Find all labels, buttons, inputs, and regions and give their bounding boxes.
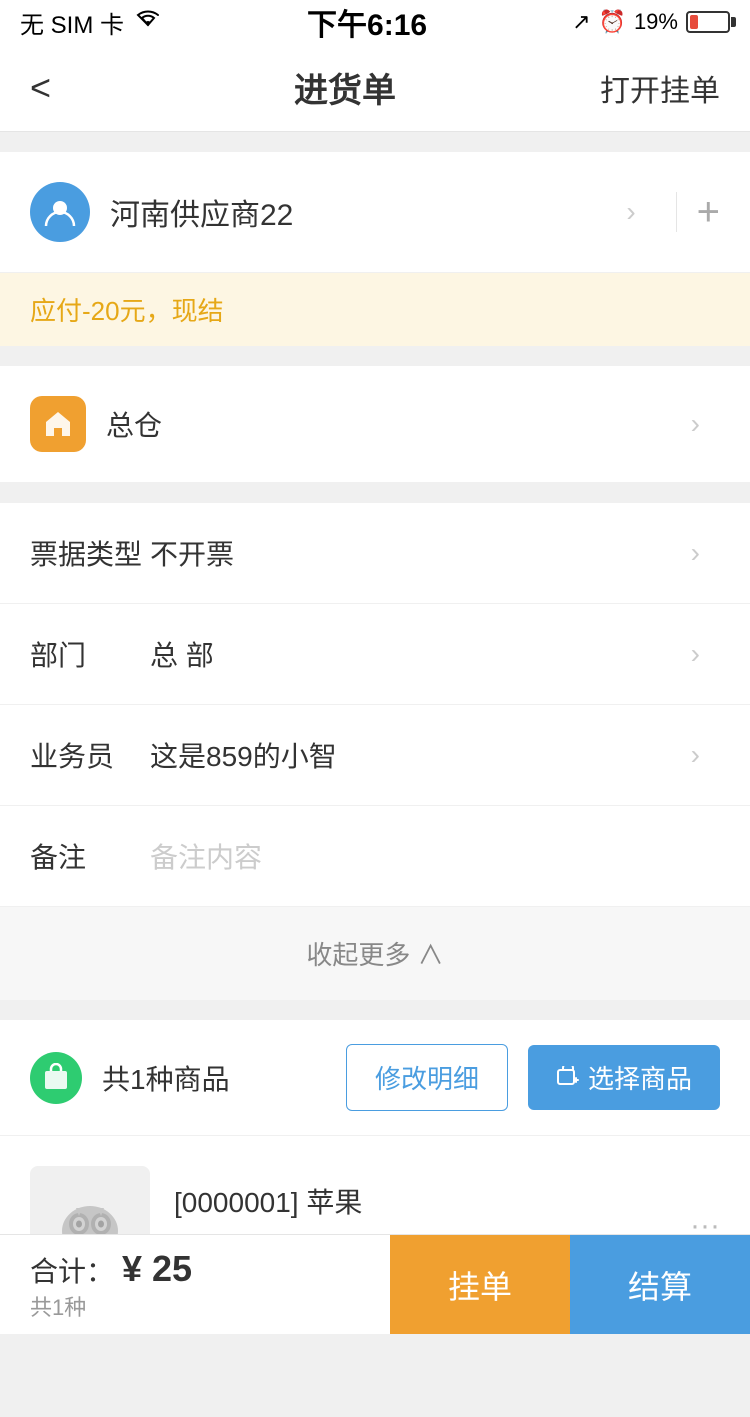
warehouse-row[interactable]: 总仓 › — [0, 366, 750, 483]
warehouse-chevron-icon: › — [691, 408, 700, 440]
supplier-chevron-icon: › — [626, 196, 635, 228]
status-time: 下午6:16 — [307, 0, 427, 44]
main-content: 河南供应商22 › + 应付-20元，现结 总仓 › 票据类型 不开票 › 部门… — [0, 132, 750, 1417]
battery-icon — [686, 11, 730, 33]
department-chevron-icon: › — [691, 638, 700, 670]
invoice-row[interactable]: 票据类型 不开票 › — [0, 503, 750, 604]
invoice-label: 票据类型 — [30, 533, 150, 573]
invoice-chevron-icon: › — [691, 537, 700, 569]
products-count: 共1种商品 — [102, 1058, 326, 1098]
department-row[interactable]: 部门 总 部 › — [0, 604, 750, 705]
products-header: 共1种商品 修改明细 选择商品 — [0, 1020, 750, 1136]
supplier-name: 河南供应商22 — [110, 190, 626, 234]
salesperson-value: 这是859的小智 — [150, 735, 691, 775]
supplier-notice: 应付-20元，现结 — [0, 273, 750, 346]
product-title: 苹果 — [306, 1187, 362, 1218]
back-button[interactable]: < — [30, 67, 90, 109]
checkout-button[interactable]: 结算 — [570, 1235, 750, 1334]
invoice-value: 不开票 — [150, 533, 691, 573]
carrier-label: 无 SIM 卡 — [20, 5, 124, 40]
battery-label: 19% — [634, 9, 678, 35]
salesperson-chevron-icon: › — [691, 739, 700, 771]
total-amount: ¥ 25 — [122, 1248, 192, 1290]
remark-row[interactable]: 备注 备注内容 — [0, 806, 750, 907]
department-value: 总 部 — [150, 634, 691, 674]
gap-4 — [0, 1000, 750, 1020]
page-title: 进货单 — [294, 63, 396, 112]
department-label: 部门 — [30, 634, 150, 674]
supplier-avatar — [30, 182, 90, 242]
total-row: 合计： ¥ 25 — [30, 1248, 360, 1290]
warehouse-icon — [30, 396, 86, 452]
product-code: [0000001] — [174, 1187, 299, 1218]
gap-3 — [0, 483, 750, 503]
supplier-row[interactable]: 河南供应商22 › + — [0, 152, 750, 273]
total-count: 共1种 — [30, 1290, 360, 1322]
remark-label: 备注 — [30, 836, 150, 876]
status-left: 无 SIM 卡 — [20, 5, 162, 40]
select-product-button[interactable]: 选择商品 — [528, 1045, 720, 1110]
hang-button[interactable]: 挂单 — [390, 1235, 570, 1334]
total-label: 合计： — [30, 1250, 114, 1290]
status-right: ↗ ⏰ 19% — [572, 9, 730, 35]
salesperson-label: 业务员 — [30, 735, 150, 775]
vertical-divider — [676, 192, 677, 232]
add-supplier-button[interactable]: + — [697, 190, 720, 235]
nav-bar: < 进货单 打开挂单 — [0, 44, 750, 132]
collapse-row[interactable]: 收起更多 ∧ — [0, 907, 750, 1000]
alarm-icon: ⏰ — [599, 9, 626, 35]
total-section: 合计： ¥ 25 共1种 — [0, 1235, 390, 1334]
product-name: [0000001] 苹果 — [174, 1181, 666, 1221]
salesperson-row[interactable]: 业务员 这是859的小智 › — [0, 705, 750, 806]
bottom-bar: 合计： ¥ 25 共1种 挂单 结算 — [0, 1234, 750, 1334]
gps-icon: ↗ — [572, 9, 590, 35]
warehouse-name: 总仓 — [106, 404, 691, 444]
select-product-label: 选择商品 — [588, 1059, 692, 1096]
open-hang-button[interactable]: 打开挂单 — [600, 66, 720, 110]
supplier-section: 河南供应商22 › + 应付-20元，现结 — [0, 152, 750, 346]
edit-detail-button[interactable]: 修改明细 — [346, 1044, 508, 1111]
wifi-icon — [134, 8, 162, 36]
status-bar: 无 SIM 卡 下午6:16 ↗ ⏰ 19% — [0, 0, 750, 44]
gap-1 — [0, 132, 750, 152]
gap-2 — [0, 346, 750, 366]
products-icon — [30, 1052, 82, 1104]
remark-input[interactable]: 备注内容 — [150, 836, 720, 876]
